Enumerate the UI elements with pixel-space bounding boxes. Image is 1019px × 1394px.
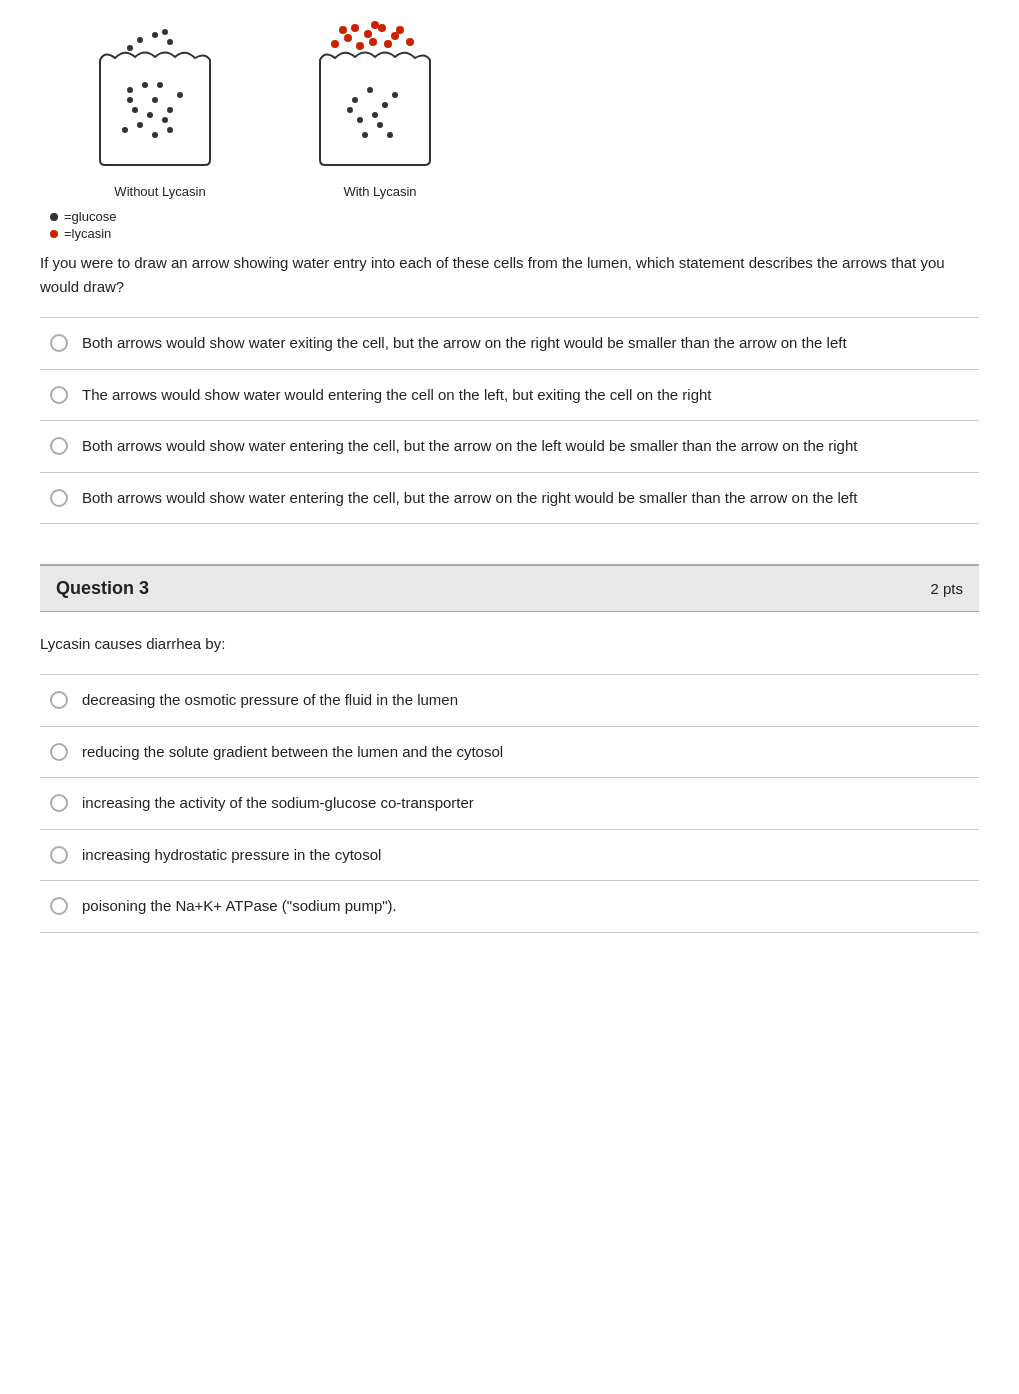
q3-option-2[interactable]: reducing the solute gradient between the…: [40, 727, 979, 779]
right-diagram: With Lycasin: [300, 20, 460, 199]
svg-point-27: [347, 107, 353, 113]
q2-radio-3[interactable]: [50, 437, 68, 455]
svg-point-35: [384, 40, 392, 48]
svg-point-24: [392, 92, 398, 98]
q3-option-4[interactable]: increasing hydrostatic pressure in the c…: [40, 830, 979, 882]
legend-glucose: =glucose: [50, 209, 979, 224]
legend: =glucose =lycasin: [40, 209, 979, 241]
q2-option-4-text: Both arrows would show water entering th…: [82, 487, 969, 510]
svg-point-37: [396, 26, 404, 34]
q3-pts: 2 pts: [930, 580, 963, 597]
q3-option-4-text: increasing hydrostatic pressure in the c…: [82, 844, 969, 867]
legend-lycasin: =lycasin: [50, 226, 979, 241]
lycasin-dot: [50, 230, 58, 238]
svg-point-40: [406, 38, 414, 46]
left-diagram: Without Lycasin: [80, 20, 240, 199]
q3-title: Question 3: [56, 578, 149, 599]
right-cell-label: With Lycasin: [343, 184, 416, 199]
lycasin-label: =lycasin: [64, 226, 111, 241]
svg-point-0: [127, 87, 133, 93]
svg-point-19: [352, 97, 358, 103]
svg-point-22: [357, 117, 363, 123]
svg-point-14: [137, 37, 143, 43]
q3-option-2-text: reducing the solute gradient between the…: [82, 741, 969, 764]
section-gap: [40, 534, 979, 564]
svg-point-21: [382, 102, 388, 108]
svg-point-7: [152, 132, 158, 138]
q3-option-3-text: increasing the activity of the sodium-gl…: [82, 792, 969, 815]
q3-radio-2[interactable]: [50, 743, 68, 761]
svg-point-29: [351, 24, 359, 32]
q3-option-5[interactable]: poisoning the Na+K+ ATPase ("sodium pump…: [40, 881, 979, 933]
q3-radio-3[interactable]: [50, 794, 68, 812]
right-cell-svg: [300, 20, 460, 180]
q3-radio-5[interactable]: [50, 897, 68, 915]
svg-point-23: [377, 122, 383, 128]
page: Without Lycasin: [0, 0, 1019, 983]
svg-point-33: [344, 34, 352, 42]
q3-option-3[interactable]: increasing the activity of the sodium-gl…: [40, 778, 979, 830]
svg-point-34: [369, 38, 377, 46]
diagram-section: Without Lycasin: [40, 20, 979, 199]
svg-point-17: [127, 45, 133, 51]
svg-point-9: [122, 127, 128, 133]
q3-option-1[interactable]: decreasing the osmotic pressure of the f…: [40, 675, 979, 727]
q2-radio-4[interactable]: [50, 489, 68, 507]
q2-option-1[interactable]: Both arrows would show water exiting the…: [40, 318, 979, 370]
svg-point-5: [167, 107, 173, 113]
svg-point-38: [339, 26, 347, 34]
svg-point-4: [157, 82, 163, 88]
svg-point-36: [356, 42, 364, 50]
q2-question-text: If you were to draw an arrow showing wat…: [40, 251, 979, 299]
svg-point-11: [147, 112, 153, 118]
svg-point-28: [372, 112, 378, 118]
svg-point-25: [362, 132, 368, 138]
q3-radio-1[interactable]: [50, 691, 68, 709]
left-cell-label: Without Lycasin: [114, 184, 205, 199]
q2-options-list: Both arrows would show water exiting the…: [40, 317, 979, 524]
left-cell-svg: [80, 20, 240, 180]
q3-option-1-text: decreasing the osmotic pressure of the f…: [82, 689, 969, 712]
q2-radio-1[interactable]: [50, 334, 68, 352]
svg-point-3: [132, 107, 138, 113]
svg-point-15: [152, 32, 158, 38]
glucose-dot: [50, 213, 58, 221]
q3-radio-4[interactable]: [50, 846, 68, 864]
svg-point-12: [162, 117, 168, 123]
q3-prompt: Lycasin causes diarrhea by:: [40, 632, 979, 656]
q2-radio-2[interactable]: [50, 386, 68, 404]
q2-option-2-text: The arrows would show water would enteri…: [82, 384, 969, 407]
svg-point-13: [127, 97, 133, 103]
svg-point-18: [162, 29, 168, 35]
svg-point-10: [177, 92, 183, 98]
q2-option-3-text: Both arrows would show water entering th…: [82, 435, 969, 458]
q2-option-1-text: Both arrows would show water exiting the…: [82, 332, 969, 355]
q2-option-4[interactable]: Both arrows would show water entering th…: [40, 473, 979, 525]
svg-point-26: [387, 132, 393, 138]
q3-options-list: decreasing the osmotic pressure of the f…: [40, 674, 979, 933]
svg-point-2: [152, 97, 158, 103]
svg-point-16: [167, 39, 173, 45]
svg-point-1: [142, 82, 148, 88]
q2-option-3[interactable]: Both arrows would show water entering th…: [40, 421, 979, 473]
glucose-label: =glucose: [64, 209, 116, 224]
q3-header: Question 3 2 pts: [40, 564, 979, 612]
q2-option-2[interactable]: The arrows would show water would enteri…: [40, 370, 979, 422]
q3-option-5-text: poisoning the Na+K+ ATPase ("sodium pump…: [82, 895, 969, 918]
svg-point-20: [367, 87, 373, 93]
svg-point-6: [137, 122, 143, 128]
svg-point-39: [371, 21, 379, 29]
svg-point-8: [167, 127, 173, 133]
svg-point-41: [331, 40, 339, 48]
svg-point-30: [364, 30, 372, 38]
svg-point-31: [378, 24, 386, 32]
